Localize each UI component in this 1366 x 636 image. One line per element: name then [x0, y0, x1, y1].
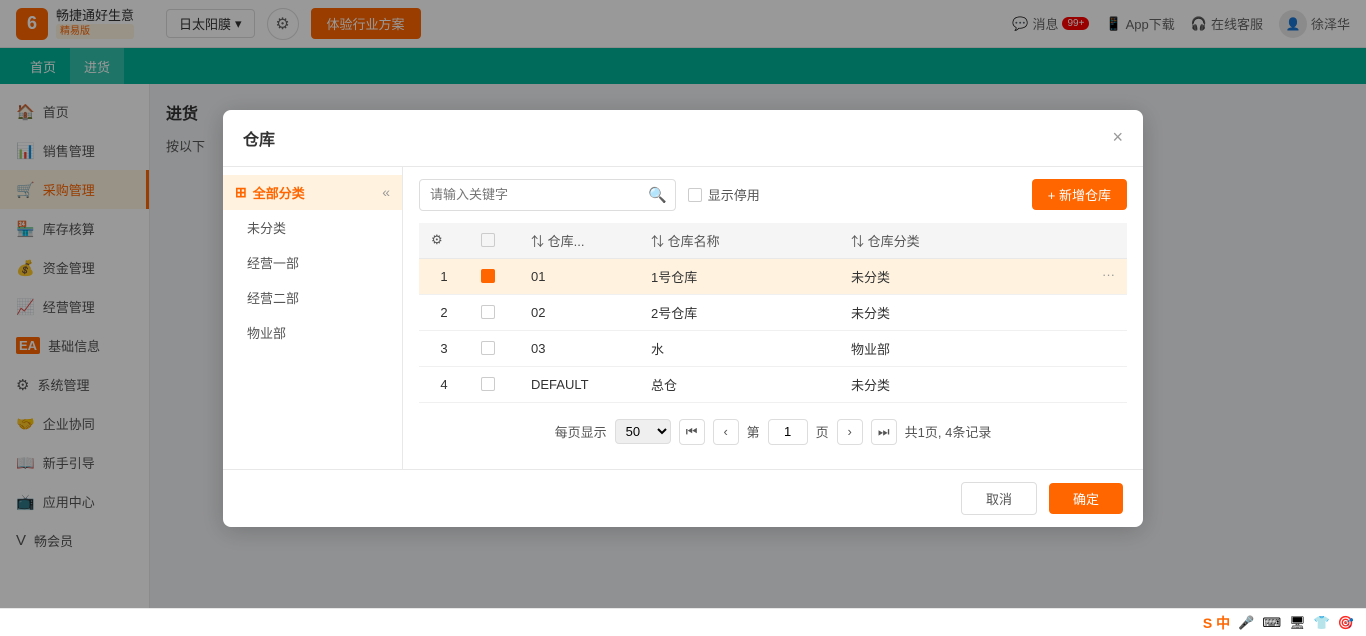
table-row[interactable]: 3 03 水 物业部 [419, 330, 1127, 366]
sort-icon-cat: ⇅ [851, 234, 864, 249]
modal-close-button[interactable]: × [1112, 127, 1123, 148]
td-name: 水 [639, 330, 839, 366]
td-category: 未分类 [839, 366, 1127, 402]
td-category: 物业部 [839, 330, 1127, 366]
table-panel: 🔍 显示停用 + 新增仓库 ⚙ [403, 167, 1143, 469]
td-checkbox [469, 330, 519, 366]
sort-icon-name: ⇅ [651, 234, 664, 249]
td-checkbox [469, 258, 519, 294]
search-input[interactable] [420, 187, 640, 202]
td-code: DEFAULT [519, 366, 639, 402]
row-checkbox[interactable] [481, 305, 495, 319]
modal-body: ⊞ 全部分类 « 未分类 经营一部 经营二部 物业部 [223, 167, 1143, 469]
monitor-icon[interactable]: 🖥 [1289, 615, 1306, 631]
row-checkbox[interactable] [481, 341, 495, 355]
table-body: 1 01 1号仓库 未分类··· 2 02 2号仓库 未分类 3 03 水 物业… [419, 258, 1127, 402]
td-num: 2 [419, 294, 469, 330]
show-disabled-toggle[interactable]: 显示停用 [688, 185, 760, 204]
table-header: ⚙ ⇅ 仓库... ⇅ 仓库名称 [419, 223, 1127, 259]
category-item-dept1[interactable]: 经营一部 [223, 245, 402, 280]
th-category: ⇅ 仓库分类 [839, 223, 1127, 259]
total-info: 共1页, 4条记录 [905, 422, 992, 441]
target-icon[interactable]: 🎯 [1338, 615, 1354, 631]
td-category: 未分类 [839, 294, 1127, 330]
modal-header: 仓库 × [223, 110, 1143, 167]
category-item-unclassified[interactable]: 未分类 [223, 210, 402, 245]
th-settings: ⚙ [419, 223, 469, 259]
all-category-text: 全部分类 [253, 183, 305, 202]
th-checkbox [469, 223, 519, 259]
td-checkbox [469, 366, 519, 402]
category-panel: ⊞ 全部分类 « 未分类 经营一部 经营二部 物业部 [223, 167, 403, 469]
status-bar: S 中 🎤 ⌨ 🖥 👕 🎯 [0, 608, 1366, 636]
modal-overlay: 仓库 × ⊞ 全部分类 « 未分类 经营一部 [0, 0, 1366, 636]
warehouse-table: ⚙ ⇅ 仓库... ⇅ 仓库名称 [419, 223, 1127, 403]
mic-icon[interactable]: 🎤 [1238, 615, 1254, 631]
table-toolbar: 🔍 显示停用 + 新增仓库 [419, 179, 1127, 211]
modal-title: 仓库 [243, 126, 275, 150]
td-category: 未分类··· [839, 258, 1127, 294]
modal-footer: 取消 确定 [223, 469, 1143, 527]
search-icon[interactable]: 🔍 [640, 186, 675, 204]
table-row[interactable]: 4 DEFAULT 总仓 未分类 [419, 366, 1127, 402]
th-code: ⇅ 仓库... [519, 223, 639, 259]
warehouse-modal: 仓库 × ⊞ 全部分类 « 未分类 经营一部 [223, 110, 1143, 527]
add-warehouse-button[interactable]: + 新增仓库 [1032, 179, 1127, 210]
cancel-button[interactable]: 取消 [961, 482, 1037, 515]
td-num: 1 [419, 258, 469, 294]
table-row[interactable]: 2 02 2号仓库 未分类 [419, 294, 1127, 330]
td-code: 03 [519, 330, 639, 366]
settings-icon: ⚙ [431, 232, 443, 247]
shirt-icon[interactable]: 👕 [1314, 615, 1330, 631]
table-row[interactable]: 1 01 1号仓库 未分类··· [419, 258, 1127, 294]
sort-icon: ⇅ [531, 234, 544, 249]
td-name: 总仓 [639, 366, 839, 402]
page-prev-button[interactable]: ‹ [713, 419, 739, 445]
all-category-label[interactable]: ⊞ 全部分类 [235, 183, 305, 202]
pagination: 每页显示 50 20 100 ⏮ ‹ 第 页 › ⏭ 共1页, 4条记录 [419, 407, 1127, 457]
per-page-select[interactable]: 50 20 100 [615, 419, 671, 444]
td-name: 1号仓库 [639, 258, 839, 294]
page-last-button[interactable]: ⏭ [871, 419, 897, 445]
page-first-button[interactable]: ⏮ [679, 419, 705, 445]
td-name: 2号仓库 [639, 294, 839, 330]
confirm-button[interactable]: 确定 [1049, 483, 1123, 514]
page-suffix: 页 [816, 422, 829, 441]
keyboard-icon[interactable]: ⌨ [1262, 615, 1281, 631]
td-code: 02 [519, 294, 639, 330]
show-disabled-checkbox[interactable] [688, 188, 702, 202]
per-page-label: 每页显示 [555, 422, 607, 441]
td-num: 3 [419, 330, 469, 366]
page-input[interactable] [768, 419, 808, 445]
status-logo: S 中 [1203, 613, 1230, 633]
category-item-dept2[interactable]: 经营二部 [223, 280, 402, 315]
page-next-button[interactable]: › [837, 419, 863, 445]
category-header: ⊞ 全部分类 « [223, 175, 402, 210]
search-box: 🔍 [419, 179, 676, 211]
td-checkbox [469, 294, 519, 330]
td-num: 4 [419, 366, 469, 402]
header-checkbox[interactable] [481, 233, 495, 247]
row-checkbox[interactable] [481, 269, 495, 283]
collapse-button[interactable]: « [382, 184, 390, 200]
show-disabled-label: 显示停用 [708, 185, 760, 204]
td-code: 01 [519, 258, 639, 294]
th-name: ⇅ 仓库名称 [639, 223, 839, 259]
row-checkbox[interactable] [481, 377, 495, 391]
page-label: 第 [747, 422, 760, 441]
category-item-property[interactable]: 物业部 [223, 315, 402, 350]
grid-icon: ⊞ [235, 184, 247, 201]
